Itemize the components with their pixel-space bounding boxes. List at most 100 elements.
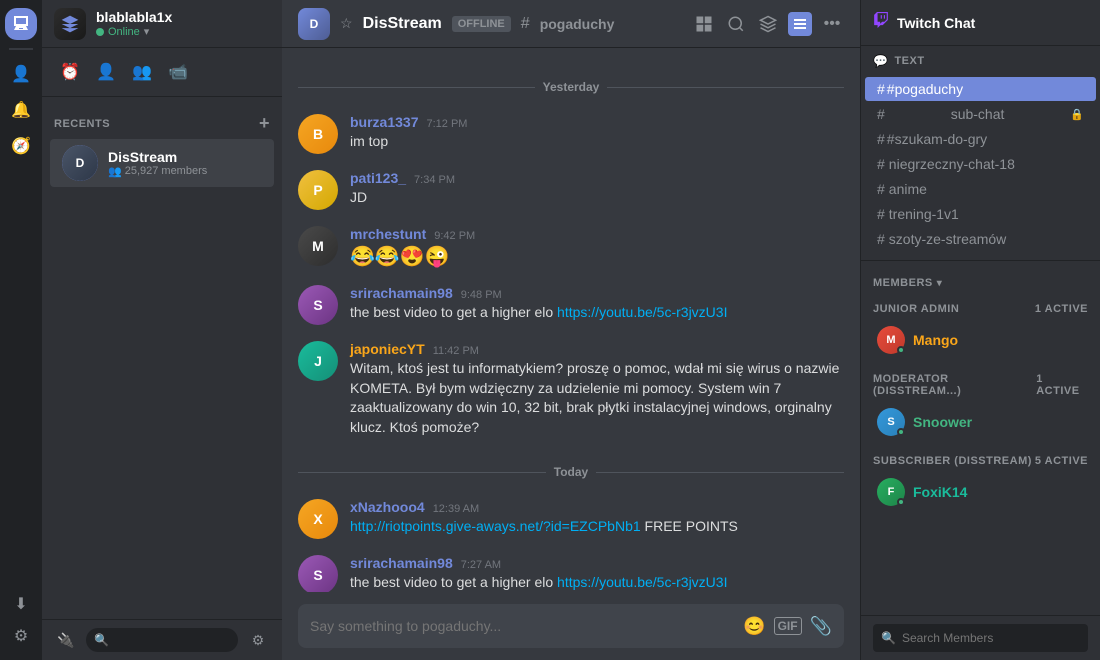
search-box[interactable]: 🔍 [86,628,238,652]
channel-trening[interactable]: # trening-1v1 [865,202,1096,226]
notifications-icon[interactable]: 🔔 [5,94,37,126]
sidebar: blablabla1x Online ▾ ⏰ 👤 👥 📹 RECENTS + D… [42,0,282,660]
apps-icon[interactable] [692,12,716,36]
channel-hash-icon: # [877,231,885,247]
brand-icon[interactable] [5,8,37,40]
settings-icon[interactable]: ⚙ [5,620,37,652]
server-info: blablabla1x Online ▾ [96,9,270,38]
settings-sidebar-icon[interactable]: ⚙ [246,628,270,652]
message-link[interactable]: https://youtu.be/5c-r3jvzU3I [557,304,727,320]
message-time: 7:12 PM [426,118,467,130]
channel-pogaduchy[interactable]: # #pogaduchy [865,77,1096,101]
message-group: B burza1337 7:12 PM im top [298,110,844,158]
message-header: srirachamain98 9:48 PM [350,285,844,301]
star-icon[interactable]: ☆ [340,15,353,32]
avatar: M [298,226,338,266]
search-icon-sidebar: 🔍 [94,633,109,647]
role-moderator: MODERATOR (DISSTREAM...) 1 Active S Snoo… [861,363,1100,445]
message-time: 7:27 AM [461,559,501,571]
online-indicator [897,498,905,506]
download-icon[interactable]: ⬇ [5,588,37,620]
channel-hash-icon: # [877,181,885,197]
server-name: blablabla1x [96,9,270,25]
channel-info: DisStream 👥 25,927 members [108,149,207,178]
message-username[interactable]: xNazhooo4 [350,499,425,515]
search-members-icon: 🔍 [881,631,896,645]
sidebar-bottom: 🔌 🔍 ⚙ [42,619,282,660]
channel-sub-chat[interactable]: # sub-chat 🔒 [865,102,1096,126]
message-text: im top [350,132,844,152]
member-item-mango[interactable]: M Mango [865,322,1096,358]
channel-item-disstream[interactable]: D DisStream 👥 25,927 members [50,139,274,187]
recents-label: RECENTS [54,118,110,130]
message-username[interactable]: srirachamain98 [350,555,453,571]
nav-video[interactable]: 📹 [162,56,194,88]
channel-anime[interactable]: # anime [865,177,1096,201]
server-status: Online ▾ [96,25,270,38]
online-indicator [897,346,905,354]
message-link[interactable]: http://riotpoints.give-aways.net/?id=EZC… [350,518,641,534]
messages-area: Yesterday B burza1337 7:12 PM im top P p… [282,48,860,592]
chat-server-name: DisStream [363,15,442,33]
role-header: JUNIOR ADMIN 1 Active [861,297,1100,321]
panel-title: Twitch Chat [897,15,975,31]
message-username[interactable]: japoniecYT [350,341,425,357]
search-members-input[interactable] [902,631,1080,645]
more-icon[interactable]: ••• [820,12,844,36]
emoji-icon[interactable]: 😊 [743,616,765,637]
explore-icon[interactable]: 🧭 [5,130,37,162]
nav-group[interactable]: 👥 [126,56,158,88]
message-username[interactable]: pati123_ [350,170,406,186]
search-members-section: 🔍 [861,615,1100,660]
message-emojis: 😂😂😍😜 [350,244,844,269]
member-avatar: F [877,478,905,506]
message-content: mrchestunt 9:42 PM 😂😂😍😜 [350,226,844,269]
message-group: J japoniecYT 11:42 PM Witam, ktoś jest t… [298,337,844,441]
member-item-snoower[interactable]: S Snoower [865,404,1096,440]
channel-hash-icon: # [877,131,885,147]
add-channel-button[interactable]: + [259,113,270,134]
role-header: MODERATOR (DISSTREAM...) 1 Active [861,367,1100,403]
avatar: P [298,170,338,210]
message-input[interactable] [310,618,735,634]
server-header[interactable]: blablabla1x Online ▾ [42,0,282,48]
avatar: J [298,341,338,381]
member-item-foxik14[interactable]: F FoxiK14 [865,474,1096,510]
message-username[interactable]: srirachamain98 [350,285,453,301]
message-header: srirachamain98 7:27 AM [350,555,844,571]
nav-recent[interactable]: ⏰ [54,56,86,88]
avatar: S [298,555,338,592]
message-time: 12:39 AM [433,503,479,515]
day-separator-today: Today [298,465,844,479]
channel-szukam-do-gry[interactable]: # #szukam-do-gry [865,127,1096,151]
avatar: B [298,114,338,154]
member-avatar: S [877,408,905,436]
message-content: japoniecYT 11:42 PM Witam, ktoś jest tu … [350,341,844,437]
text-section-icon: 💬 [873,54,888,68]
channel-szoty[interactable]: # szoty-ze-streamów [865,227,1096,251]
message-username[interactable]: mrchestunt [350,226,426,242]
message-header: mrchestunt 9:42 PM [350,226,844,242]
sidebar-nav: ⏰ 👤 👥 📹 [42,48,282,97]
member-name: Mango [913,332,958,348]
search-header-icon[interactable] [724,12,748,36]
header-icons: ••• [692,12,844,36]
channel-niegrzeczny[interactable]: # niegrzeczny-chat-18 [865,152,1096,176]
message-content: srirachamain98 9:48 PM the best video to… [350,285,844,325]
gif-icon[interactable]: GIF [774,617,802,635]
offline-badge: OFFLINE [452,16,511,32]
channel-avatar: D [62,145,98,181]
layers-icon[interactable] [756,12,780,36]
message-username[interactable]: burza1337 [350,114,418,130]
menu-active-icon[interactable] [788,12,812,36]
friends-icon[interactable]: 👤 [5,58,37,90]
icon-bar: 👤 🔔 🧭 ⬇ ⚙ [0,0,42,660]
attachment-icon[interactable]: 📎 [810,616,832,637]
message-content: xNazhooo4 12:39 AM http://riotpoints.giv… [350,499,844,539]
message-link[interactable]: https://youtu.be/5c-r3jvzU3I [557,574,727,590]
avatar: X [298,499,338,539]
active-count: 1 Active [1036,373,1088,397]
plugins-icon[interactable]: 🔌 [54,628,78,652]
role-junior-admin: JUNIOR ADMIN 1 Active M Mango [861,293,1100,363]
nav-friends[interactable]: 👤 [90,56,122,88]
